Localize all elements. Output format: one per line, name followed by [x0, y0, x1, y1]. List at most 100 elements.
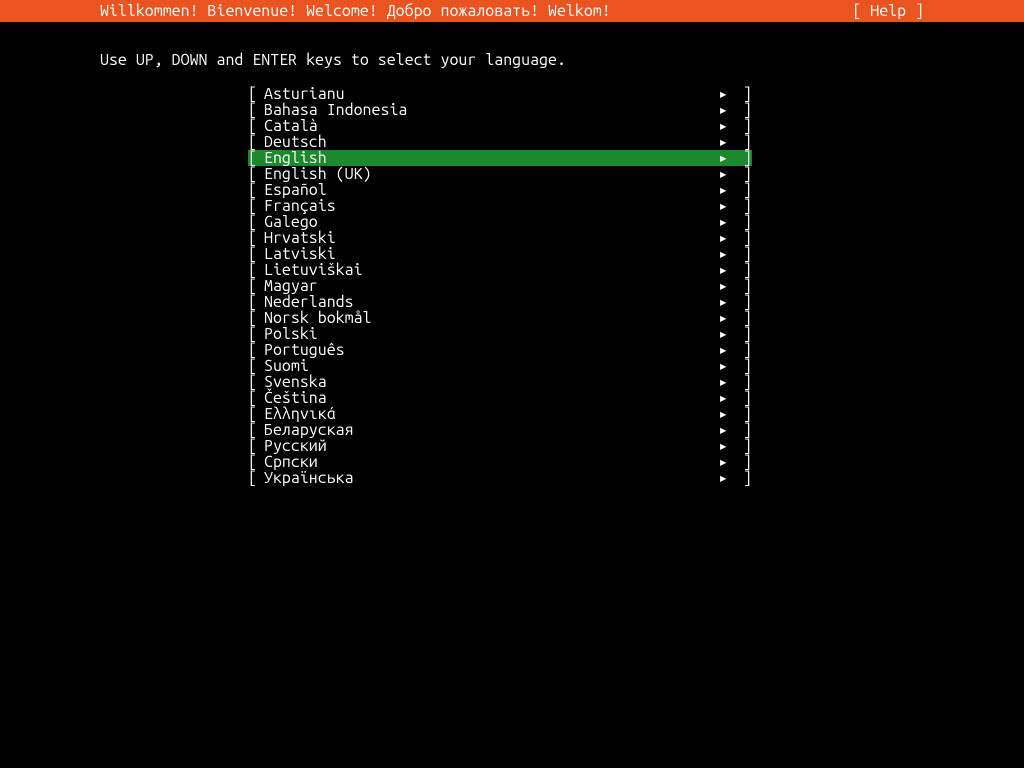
language-label: Norsk bokmål — [264, 310, 712, 326]
language-item[interactable]: [ Čeština▸ ] — [248, 390, 752, 406]
language-item[interactable]: [ Deutsch▸ ] — [248, 134, 752, 150]
chevron-right-icon: ▸ — [712, 406, 728, 422]
language-item[interactable]: [ Српски▸ ] — [248, 454, 752, 470]
language-item[interactable]: [ Français▸ ] — [248, 198, 752, 214]
language-label: Српски — [264, 454, 712, 470]
bracket-open: [ — [248, 374, 264, 390]
language-item[interactable]: [ Español▸ ] — [248, 182, 752, 198]
bracket-open: [ — [248, 342, 264, 358]
language-label: Українська — [264, 470, 712, 486]
bracket-close: ] — [728, 406, 752, 422]
chevron-right-icon: ▸ — [712, 454, 728, 470]
bracket-open: [ — [248, 86, 264, 102]
language-item[interactable]: [ Українська▸ ] — [248, 470, 752, 486]
language-item[interactable]: [ Latviski▸ ] — [248, 246, 752, 262]
bracket-close: ] — [728, 422, 752, 438]
chevron-right-icon: ▸ — [712, 246, 728, 262]
language-item[interactable]: [ Català▸ ] — [248, 118, 752, 134]
header-title: Willkommen! Bienvenue! Welcome! Добро по… — [0, 0, 611, 22]
chevron-right-icon: ▸ — [712, 358, 728, 374]
language-item[interactable]: [ Galego▸ ] — [248, 214, 752, 230]
language-item[interactable]: [ Русский▸ ] — [248, 438, 752, 454]
bracket-open: [ — [248, 390, 264, 406]
bracket-close: ] — [728, 390, 752, 406]
chevron-right-icon: ▸ — [712, 294, 728, 310]
bracket-open: [ — [248, 454, 264, 470]
language-label: Беларуская — [264, 422, 712, 438]
language-item[interactable]: [ Polski▸ ] — [248, 326, 752, 342]
language-label: Català — [264, 118, 712, 134]
chevron-right-icon: ▸ — [712, 326, 728, 342]
header-bar: Willkommen! Bienvenue! Welcome! Добро по… — [0, 0, 1024, 22]
language-label: Nederlands — [264, 294, 712, 310]
language-item[interactable]: [ Lietuviškai▸ ] — [248, 262, 752, 278]
language-label: Asturianu — [264, 86, 712, 102]
chevron-right-icon: ▸ — [712, 182, 728, 198]
chevron-right-icon: ▸ — [712, 262, 728, 278]
language-label: Magyar — [264, 278, 712, 294]
help-button[interactable]: [ Help ] — [852, 0, 1024, 22]
bracket-close: ] — [728, 310, 752, 326]
language-label: Ελληνικά — [264, 406, 712, 422]
bracket-open: [ — [248, 294, 264, 310]
language-label: Čeština — [264, 390, 712, 406]
bracket-open: [ — [248, 182, 264, 198]
chevron-right-icon: ▸ — [712, 342, 728, 358]
bracket-close: ] — [728, 342, 752, 358]
language-label: Deutsch — [264, 134, 712, 150]
language-label: Hrvatski — [264, 230, 712, 246]
chevron-right-icon: ▸ — [712, 278, 728, 294]
bracket-close: ] — [728, 438, 752, 454]
bracket-close: ] — [728, 166, 752, 182]
bracket-close: ] — [728, 134, 752, 150]
language-label: Français — [264, 198, 712, 214]
language-item[interactable]: [ Nederlands▸ ] — [248, 294, 752, 310]
language-label: English — [264, 150, 712, 166]
language-item[interactable]: [ Ελληνικά▸ ] — [248, 406, 752, 422]
language-item[interactable]: [ Беларуская▸ ] — [248, 422, 752, 438]
chevron-right-icon: ▸ — [712, 102, 728, 118]
chevron-right-icon: ▸ — [712, 150, 728, 166]
bracket-close: ] — [728, 470, 752, 486]
bracket-open: [ — [248, 310, 264, 326]
bracket-open: [ — [248, 150, 264, 166]
language-item[interactable]: [ Magyar▸ ] — [248, 278, 752, 294]
bracket-open: [ — [248, 214, 264, 230]
bracket-close: ] — [728, 230, 752, 246]
chevron-right-icon: ▸ — [712, 422, 728, 438]
bracket-close: ] — [728, 214, 752, 230]
bracket-close: ] — [728, 374, 752, 390]
bracket-open: [ — [248, 246, 264, 262]
language-item[interactable]: [ Asturianu▸ ] — [248, 86, 752, 102]
language-label: Bahasa Indonesia — [264, 102, 712, 118]
bracket-open: [ — [248, 118, 264, 134]
language-label: Português — [264, 342, 712, 358]
bracket-open: [ — [248, 198, 264, 214]
bracket-open: [ — [248, 278, 264, 294]
language-label: Suomi — [264, 358, 712, 374]
chevron-right-icon: ▸ — [712, 214, 728, 230]
bracket-open: [ — [248, 358, 264, 374]
bracket-close: ] — [728, 454, 752, 470]
language-item[interactable]: [ Suomi▸ ] — [248, 358, 752, 374]
bracket-close: ] — [728, 358, 752, 374]
language-item[interactable]: [ Hrvatski▸ ] — [248, 230, 752, 246]
bracket-close: ] — [728, 278, 752, 294]
language-item[interactable]: [ Bahasa Indonesia▸ ] — [248, 102, 752, 118]
language-item[interactable]: [ Svenska▸ ] — [248, 374, 752, 390]
language-label: Svenska — [264, 374, 712, 390]
bracket-open: [ — [248, 102, 264, 118]
bracket-close: ] — [728, 246, 752, 262]
chevron-right-icon: ▸ — [712, 198, 728, 214]
bracket-close: ] — [728, 294, 752, 310]
bracket-close: ] — [728, 198, 752, 214]
language-label: Latviski — [264, 246, 712, 262]
language-item[interactable]: [ Norsk bokmål▸ ] — [248, 310, 752, 326]
language-item[interactable]: [ English▸ ] — [248, 150, 752, 166]
bracket-open: [ — [248, 166, 264, 182]
language-list[interactable]: [ Asturianu▸ ][ Bahasa Indonesia▸ ][ Cat… — [248, 86, 752, 486]
chevron-right-icon: ▸ — [712, 374, 728, 390]
language-label: Polski — [264, 326, 712, 342]
language-item[interactable]: [ English (UK)▸ ] — [248, 166, 752, 182]
language-item[interactable]: [ Português▸ ] — [248, 342, 752, 358]
